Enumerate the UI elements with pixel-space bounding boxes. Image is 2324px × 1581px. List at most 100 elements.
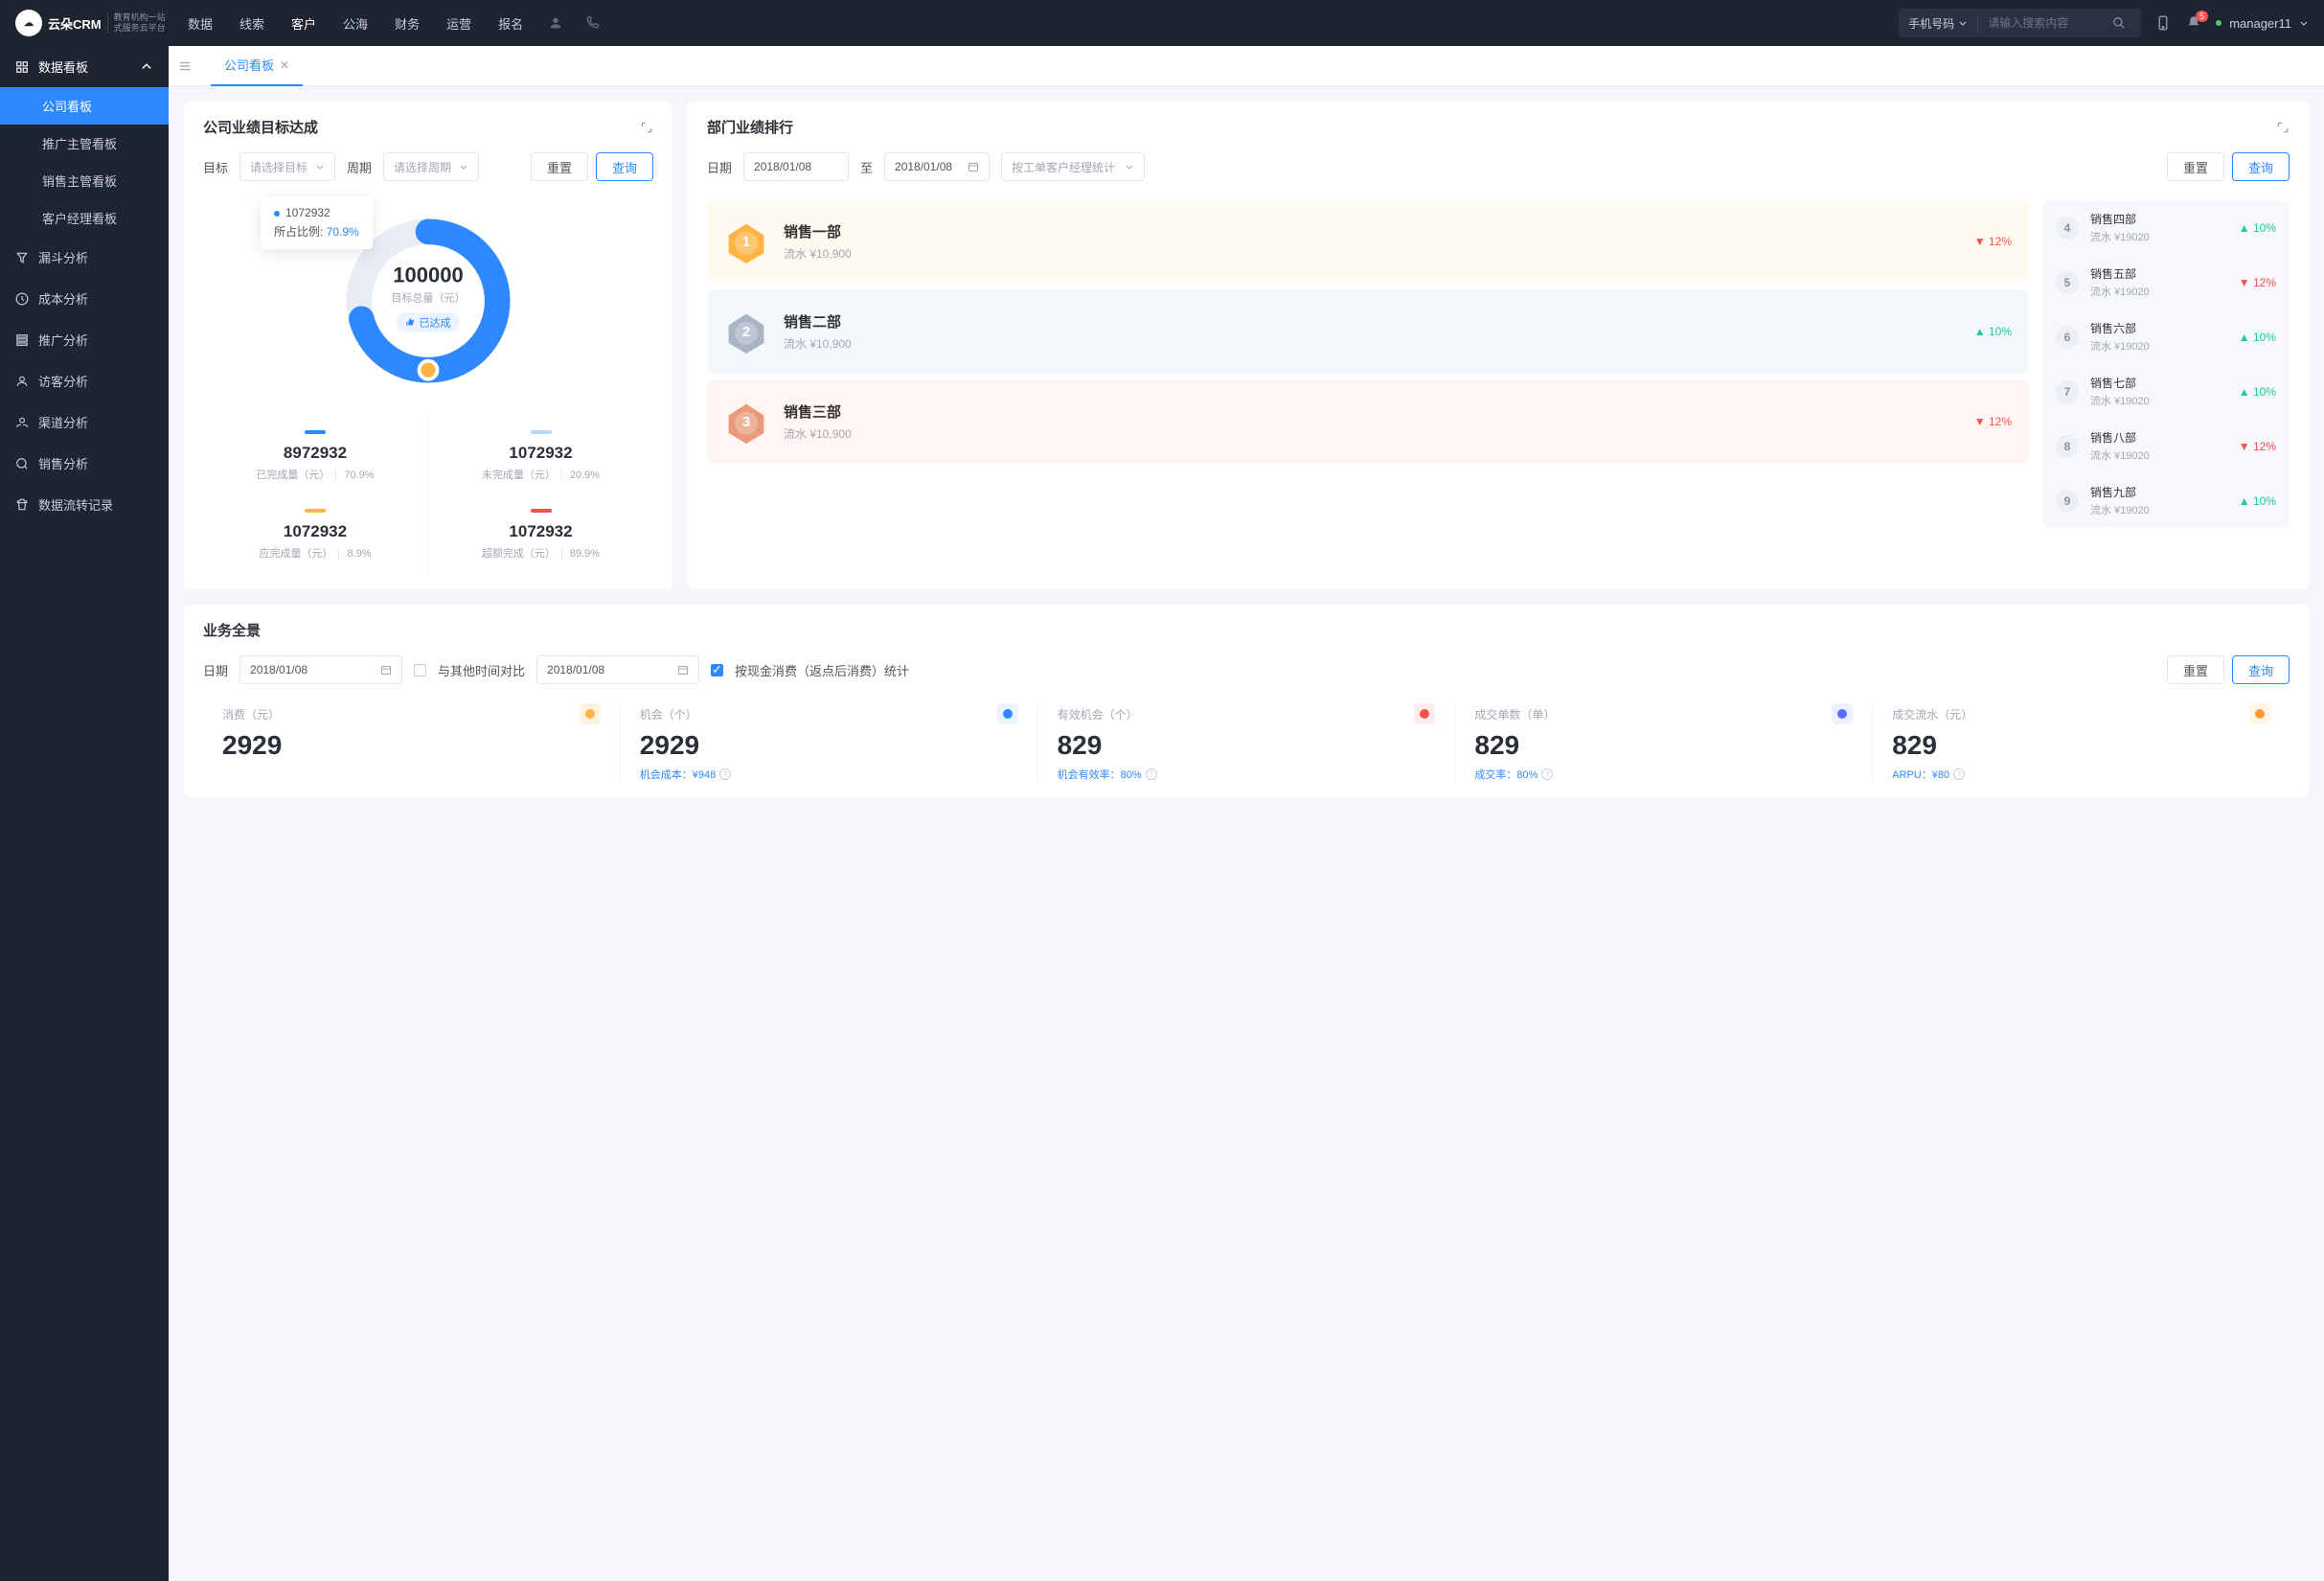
rank-row[interactable]: 6销售六部流水 ¥19020▲ 10%	[2042, 309, 2290, 364]
reset-button[interactable]: 重置	[2167, 152, 2224, 181]
nav-item[interactable]: 报名	[498, 14, 523, 33]
donut-label: 目标总量（元）	[392, 289, 466, 305]
metric-item: 1072932超额完成（元）89.9%	[428, 495, 653, 574]
status-dot	[2216, 20, 2221, 26]
rank-row[interactable]: 9销售九部流水 ¥19020▲ 10%	[2042, 473, 2290, 528]
rank-row[interactable]: 5销售五部流水 ¥19020▼ 12%	[2042, 255, 2290, 309]
thumb-icon	[406, 317, 416, 327]
sidebar-sub-item[interactable]: 推广主管看板	[0, 125, 169, 162]
date-from[interactable]: 2018/01/08	[743, 152, 849, 181]
expand-icon[interactable]	[640, 121, 653, 134]
nav-item[interactable]: 公海	[343, 14, 368, 33]
metric-item: 1072932未完成量（元）20.9%	[428, 417, 653, 495]
card-title: 部门业绩排行	[707, 117, 793, 137]
nav-item[interactable]: 客户	[291, 14, 316, 33]
reset-button[interactable]: 重置	[2167, 655, 2224, 684]
query-button[interactable]: 查询	[596, 152, 653, 181]
chevron-down-icon	[315, 162, 325, 172]
tab-company-board[interactable]: 公司看板 ✕	[211, 46, 303, 86]
sidebar-item[interactable]: 访客分析	[0, 360, 169, 401]
sidebar-sub-item[interactable]: 公司看板	[0, 87, 169, 125]
sidebar-item[interactable]: 成本分析	[0, 278, 169, 319]
sidebar-group-dashboard[interactable]: 数据看板	[0, 46, 169, 87]
card-ranking: 部门业绩排行 日期 2018/01/08 至 2018/01/08 按工单客户经…	[688, 102, 2309, 589]
mobile-icon[interactable]	[2154, 14, 2172, 32]
select-target[interactable]: 请选择目标	[239, 152, 335, 181]
nav-icon	[15, 457, 29, 470]
rank-card[interactable]: 3销售三部流水 ¥10,900▼ 12%	[707, 380, 2029, 463]
nav-item[interactable]: 数据	[188, 14, 213, 33]
sidebar-item[interactable]: 漏斗分析	[0, 237, 169, 278]
chart-tooltip: 1072932 所占比例: 70.9%	[261, 196, 373, 249]
donut-value: 100000	[392, 263, 466, 287]
main-content: 公司看板 ✕ 公司业绩目标达成 目标 请选择目标	[169, 46, 2324, 1581]
stat-icon	[580, 703, 601, 724]
chevron-down-icon	[459, 162, 468, 172]
nav-item[interactable]: 运营	[446, 14, 471, 33]
brand-name: 云朵CRM	[48, 17, 102, 32]
chevron-down-icon	[2299, 18, 2309, 28]
stat-icon	[997, 703, 1018, 724]
notification-badge: 5	[2196, 11, 2208, 22]
stat-item: 成交流水（元）829ARPU：¥80 ?	[1872, 703, 2290, 782]
stat-icon	[1414, 703, 1435, 724]
tabs-menu-icon[interactable]	[178, 59, 201, 73]
top-nav: 数据 线索 客户 公海 财务 运营 报名	[188, 14, 523, 33]
query-button[interactable]: 查询	[2232, 655, 2290, 684]
sidebar-item[interactable]: 数据流转记录	[0, 484, 169, 525]
bell-icon[interactable]: 5	[2185, 14, 2202, 32]
stat-icon	[1832, 703, 1853, 724]
search-type-select[interactable]: 手机号码	[1899, 15, 1978, 32]
search-icon	[2112, 16, 2126, 30]
close-icon[interactable]: ✕	[280, 58, 289, 72]
date-1[interactable]: 2018/01/08	[239, 655, 402, 684]
select-stat-type[interactable]: 按工单客户经理统计	[1001, 152, 1145, 181]
rank-row[interactable]: 8销售八部流水 ¥19020▼ 12%	[2042, 419, 2290, 473]
rank-row[interactable]: 7销售七部流水 ¥19020▲ 10%	[2042, 364, 2290, 419]
date-2[interactable]: 2018/01/08	[536, 655, 699, 684]
username: manager11	[2229, 16, 2291, 31]
date-to[interactable]: 2018/01/08	[884, 152, 990, 181]
search-button[interactable]	[2112, 16, 2141, 30]
rank-card[interactable]: 1销售一部流水 ¥10,900▼ 12%	[707, 200, 2029, 283]
rank-row[interactable]: 4销售四部流水 ¥19020▲ 10%	[2042, 200, 2290, 255]
phone-icon[interactable]	[584, 15, 600, 31]
sidebar-item[interactable]: 销售分析	[0, 443, 169, 484]
select-period[interactable]: 请选择周期	[383, 152, 479, 181]
card-panorama: 业务全景 日期 2018/01/08 与其他时间对比 2018/01/08 ✓ …	[184, 605, 2309, 797]
checkbox-cash[interactable]: ✓	[711, 664, 723, 676]
brand-slogan: 教育机构一站式服务云平台	[107, 12, 166, 34]
stat-item: 有效机会（个）829机会有效率：80% ?	[1037, 703, 1455, 782]
search-input[interactable]	[1978, 16, 2112, 30]
sidebar-sub-item[interactable]: 销售主管看板	[0, 162, 169, 199]
rank-card[interactable]: 2销售二部流水 ¥10,900▲ 10%	[707, 290, 2029, 373]
calendar-icon	[968, 161, 979, 172]
user-icon[interactable]	[548, 15, 563, 31]
medal-icon: 1	[724, 219, 768, 264]
stat-icon	[2249, 703, 2270, 724]
stat-item: 消费（元）2929	[203, 703, 620, 782]
medal-icon: 2	[724, 309, 768, 354]
nav-item[interactable]: 线索	[239, 14, 264, 33]
nav-icon	[15, 416, 29, 429]
medal-icon: 3	[724, 400, 768, 444]
logo-icon: ☁	[15, 10, 42, 36]
checkbox-compare[interactable]	[414, 664, 426, 676]
query-button[interactable]: 查询	[2232, 152, 2290, 181]
sidebar-item[interactable]: 推广分析	[0, 319, 169, 360]
card-target: 公司业绩目标达成 目标 请选择目标 周期 请选择周期 重置 查询	[184, 102, 672, 589]
sidebar: 数据看板 公司看板推广主管看板销售主管看板客户经理看板 漏斗分析成本分析推广分析…	[0, 46, 169, 1581]
calendar-icon	[677, 664, 689, 676]
user-menu[interactable]: manager11	[2216, 16, 2309, 31]
nav-icon	[15, 375, 29, 388]
expand-icon[interactable]	[2276, 121, 2290, 134]
sidebar-item[interactable]: 渠道分析	[0, 401, 169, 443]
tabs-bar: 公司看板 ✕	[169, 46, 2324, 86]
achieved-badge: 已达成	[397, 312, 461, 332]
label-date: 日期	[203, 661, 228, 679]
sidebar-sub-item[interactable]: 客户经理看板	[0, 199, 169, 237]
nav-item[interactable]: 财务	[395, 14, 420, 33]
chevron-up-icon	[140, 60, 153, 74]
stat-item: 成交单数（单）829成交率：80% ?	[1454, 703, 1872, 782]
reset-button[interactable]: 重置	[531, 152, 588, 181]
